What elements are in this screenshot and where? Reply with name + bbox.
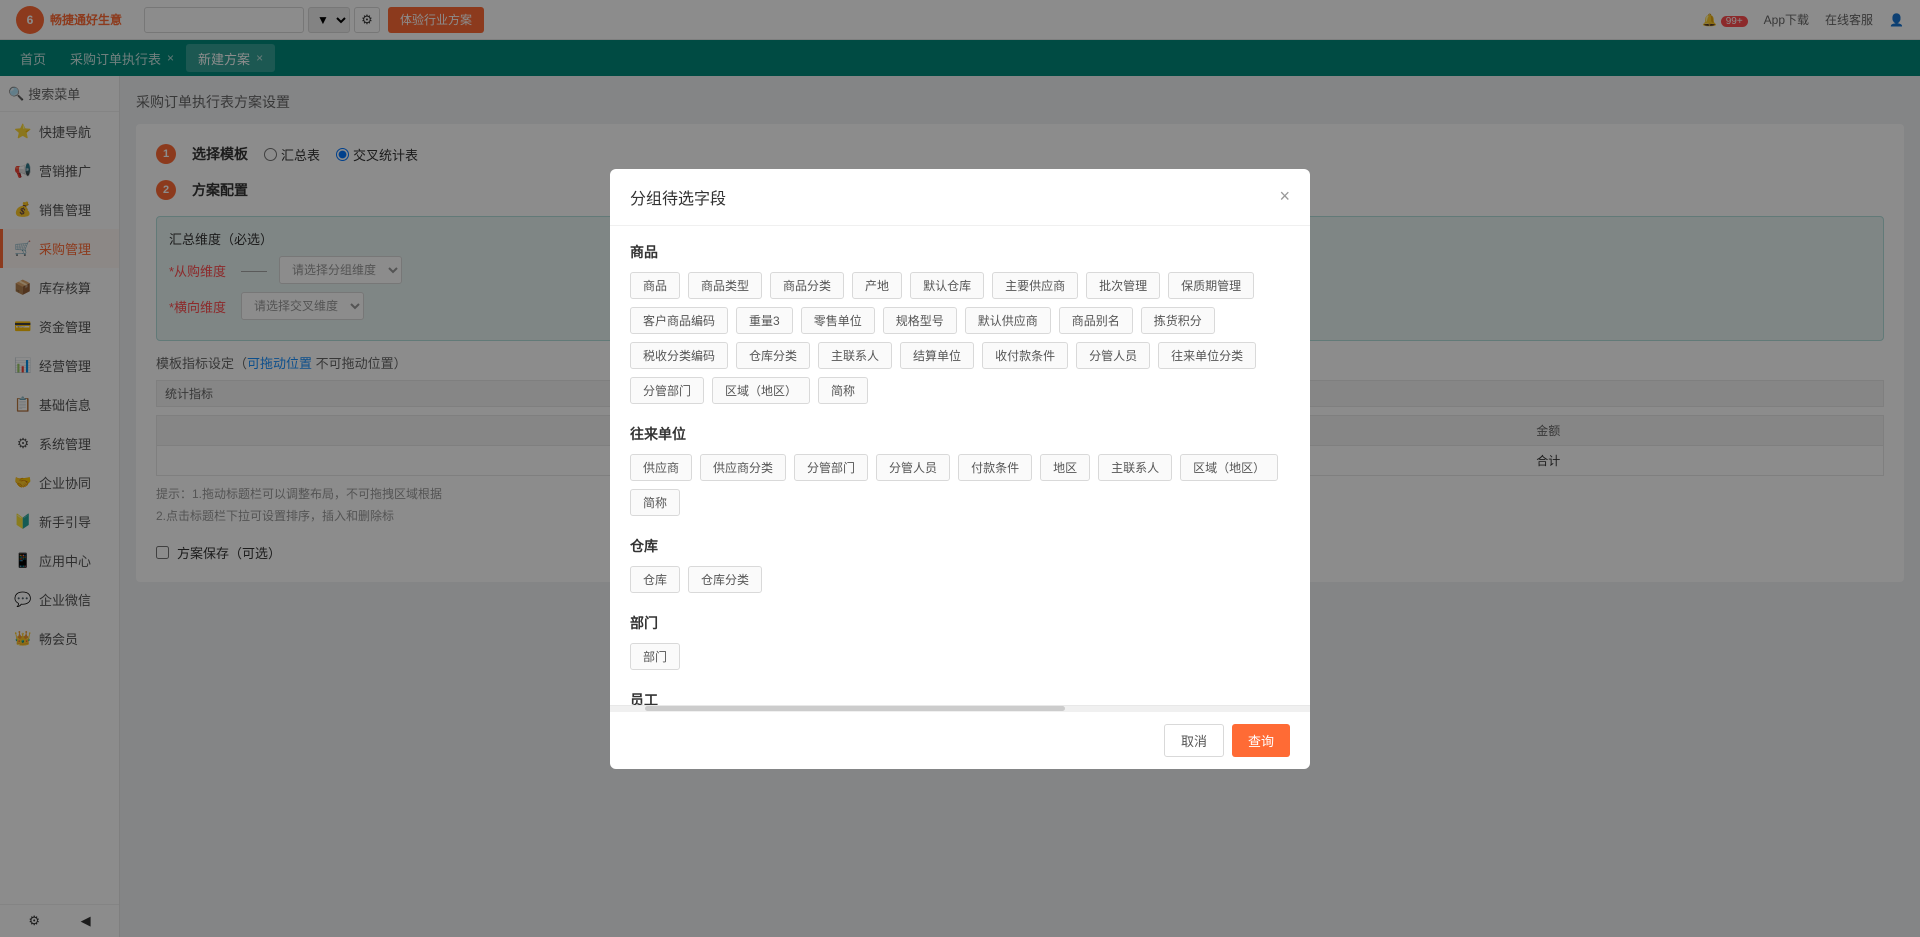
- field-tag[interactable]: 结算单位: [900, 342, 974, 369]
- modal-header: 分组待选字段 ×: [610, 169, 1310, 226]
- partners-field-grid: 供应商 供应商分类 分管部门 分管人员 付款条件 地区 主联系人 区域（地区） …: [630, 454, 1290, 516]
- field-tag[interactable]: 商品: [630, 272, 680, 299]
- field-tag[interactable]: 付款条件: [958, 454, 1032, 481]
- products-field-grid: 商品 商品类型 商品分类 产地 默认仓库 主要供应商 批次管理 保质期管理 客户…: [630, 272, 1290, 404]
- field-tag[interactable]: 供应商分类: [700, 454, 786, 481]
- field-tag[interactable]: 零售单位: [801, 307, 875, 334]
- field-tag[interactable]: 地区: [1040, 454, 1090, 481]
- modal-close-button[interactable]: ×: [1279, 186, 1290, 207]
- section-partners-title: 往来单位: [630, 424, 1290, 444]
- field-tag[interactable]: 仓库: [630, 566, 680, 593]
- department-field-grid: 部门: [630, 643, 1290, 670]
- field-tag[interactable]: 默认供应商: [965, 307, 1051, 334]
- field-tag[interactable]: 区域（地区）: [1180, 454, 1278, 481]
- field-tag[interactable]: 部门: [630, 643, 680, 670]
- section-warehouse: 仓库 仓库 仓库分类: [630, 536, 1290, 593]
- field-tag[interactable]: 商品分类: [770, 272, 844, 299]
- modal-overlay: 分组待选字段 × 商品 商品 商品类型 商品分类 产地 默认仓库 主要供应商 批…: [0, 0, 1920, 937]
- field-tag[interactable]: 保质期管理: [1168, 272, 1254, 299]
- section-partners: 往来单位 供应商 供应商分类 分管部门 分管人员 付款条件 地区 主联系人 区域…: [630, 424, 1290, 516]
- field-tag[interactable]: 仓库分类: [688, 566, 762, 593]
- section-employee-title: 员工: [630, 690, 1290, 705]
- field-tag[interactable]: 主要供应商: [992, 272, 1078, 299]
- field-tag[interactable]: 默认仓库: [910, 272, 984, 299]
- field-tag[interactable]: 重量3: [736, 307, 793, 334]
- warehouse-field-grid: 仓库 仓库分类: [630, 566, 1290, 593]
- section-products-title: 商品: [630, 242, 1290, 262]
- field-tag[interactable]: 商品别名: [1059, 307, 1133, 334]
- field-tag[interactable]: 仓库分类: [736, 342, 810, 369]
- cancel-button[interactable]: 取消: [1164, 724, 1224, 757]
- field-tag[interactable]: 规格型号: [883, 307, 957, 334]
- field-tag[interactable]: 简称: [630, 489, 680, 516]
- field-tag[interactable]: 供应商: [630, 454, 692, 481]
- section-warehouse-title: 仓库: [630, 536, 1290, 556]
- field-tag[interactable]: 商品类型: [688, 272, 762, 299]
- field-tag[interactable]: 主联系人: [1098, 454, 1172, 481]
- field-tag[interactable]: 客户商品编码: [630, 307, 728, 334]
- field-tag[interactable]: 往来单位分类: [1158, 342, 1256, 369]
- field-tag[interactable]: 区域（地区）: [712, 377, 810, 404]
- modal-body[interactable]: 商品 商品 商品类型 商品分类 产地 默认仓库 主要供应商 批次管理 保质期管理…: [610, 226, 1310, 705]
- field-tag[interactable]: 简称: [818, 377, 868, 404]
- section-employee: 员工 业务员: [630, 690, 1290, 705]
- modal-footer: 取消 查询: [610, 711, 1310, 769]
- field-tag[interactable]: 分管人员: [876, 454, 950, 481]
- field-tag[interactable]: 分管部门: [630, 377, 704, 404]
- section-department-title: 部门: [630, 613, 1290, 633]
- field-selection-modal: 分组待选字段 × 商品 商品 商品类型 商品分类 产地 默认仓库 主要供应商 批…: [610, 169, 1310, 769]
- field-tag[interactable]: 收付款条件: [982, 342, 1068, 369]
- field-tag[interactable]: 拣货积分: [1141, 307, 1215, 334]
- field-tag[interactable]: 产地: [852, 272, 902, 299]
- modal-title: 分组待选字段: [630, 185, 726, 209]
- field-tag[interactable]: 批次管理: [1086, 272, 1160, 299]
- field-tag[interactable]: 分管人员: [1076, 342, 1150, 369]
- field-tag[interactable]: 分管部门: [794, 454, 868, 481]
- field-tag[interactable]: 税收分类编码: [630, 342, 728, 369]
- section-products: 商品 商品 商品类型 商品分类 产地 默认仓库 主要供应商 批次管理 保质期管理…: [630, 242, 1290, 404]
- field-tag[interactable]: 主联系人: [818, 342, 892, 369]
- confirm-button[interactable]: 查询: [1232, 724, 1290, 757]
- section-department: 部门 部门: [630, 613, 1290, 670]
